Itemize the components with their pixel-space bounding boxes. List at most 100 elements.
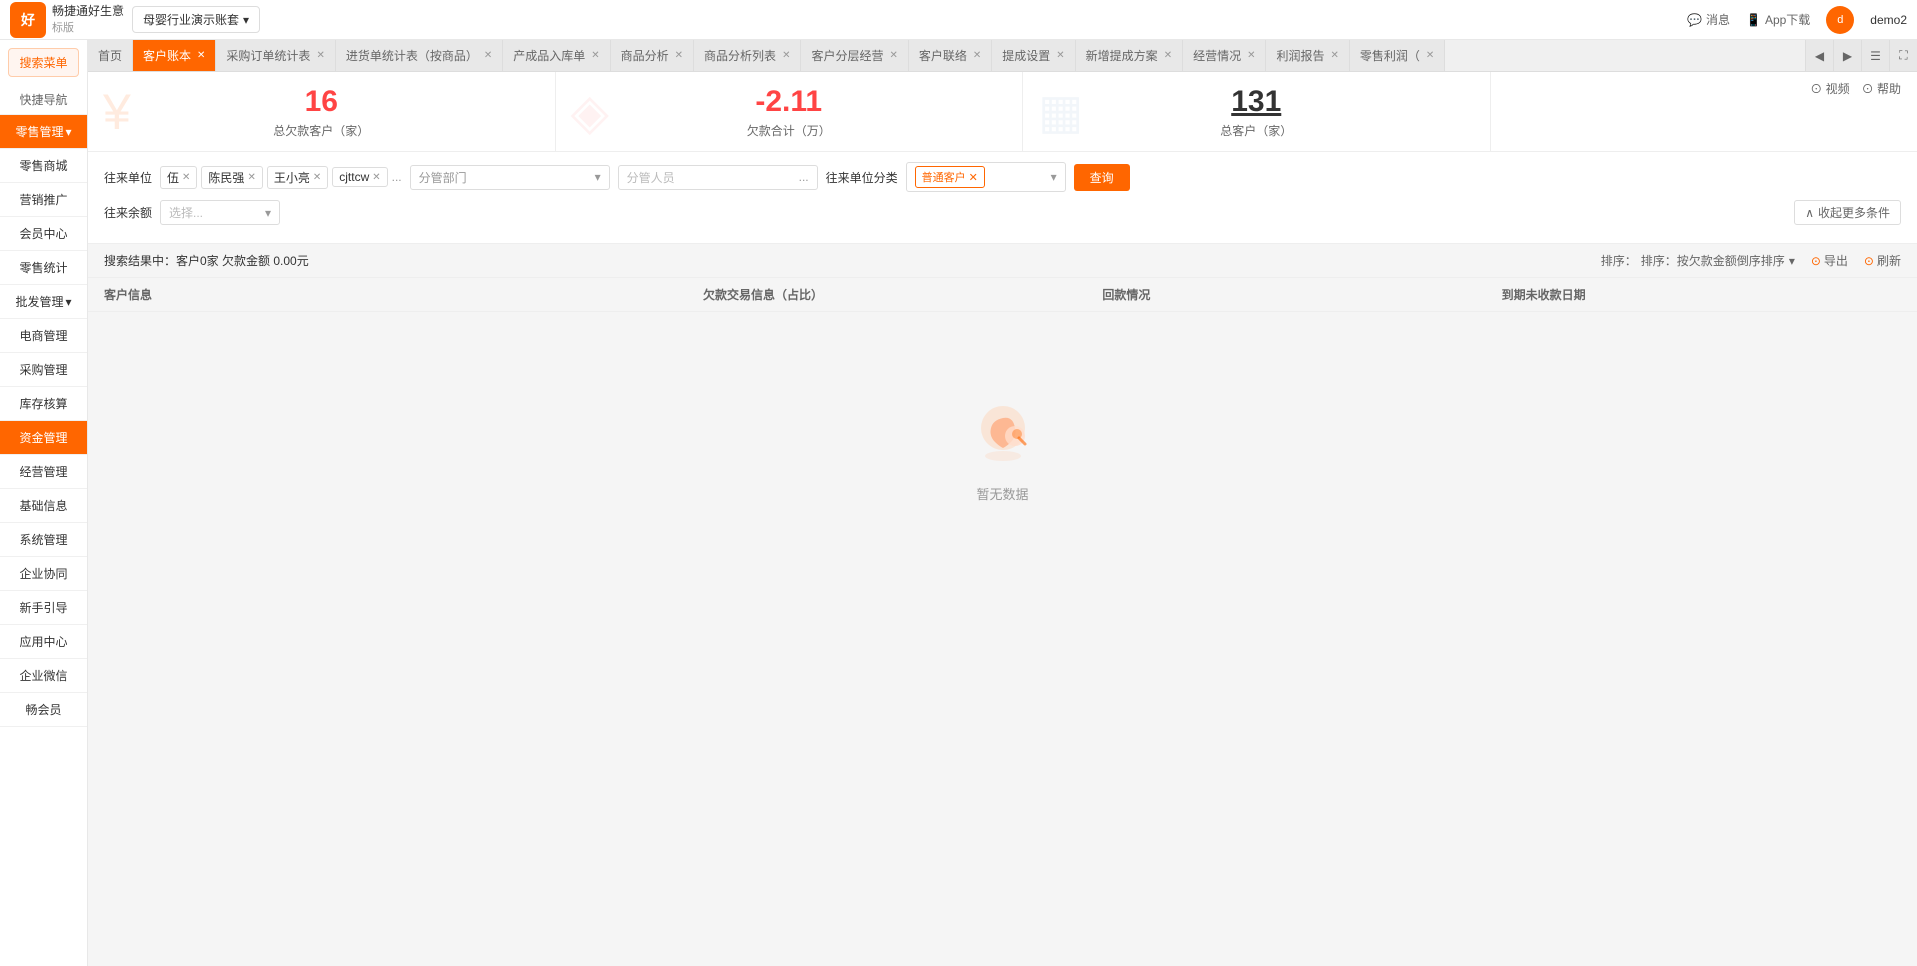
query-button[interactable]: 查询 [1074, 164, 1130, 191]
tab-close-icon[interactable]: ✕ [484, 50, 492, 61]
sidebar-item-retail-stats[interactable]: 零售统计 [0, 251, 87, 285]
stat-total-customers-all: ▦ 131 总客户（家） [1023, 72, 1491, 152]
filter-area: 往来单位 伍 ✕ 陈民强 ✕ 王小亮 ✕ [88, 152, 1917, 244]
sidebar-item-member[interactable]: 会员中心 [0, 217, 87, 251]
store-name: 母婴行业演示账套 [143, 11, 239, 28]
remove-tag-wu[interactable]: ✕ [182, 172, 190, 183]
sidebar: 搜索菜单 快捷导航 零售管理 ▾ 零售商城 营销推广 会员中心 零售统计 批发管… [0, 40, 88, 966]
filter-tag-wu: 伍 ✕ [160, 166, 197, 189]
search-menu-btn[interactable]: 搜索菜单 [8, 48, 79, 77]
result-bar: 搜索结果中：客户0家 欠款金额 0.00元 排序： 排序：按欠款金额倒序排序 ▾… [88, 244, 1917, 278]
sidebar-item-retail-mgmt[interactable]: 零售管理 ▾ [0, 115, 87, 149]
remove-category-tag[interactable]: ✕ [969, 171, 978, 184]
app-download-btn[interactable]: 📱 App下载 [1746, 11, 1810, 28]
expand-icon-wholesale: ▾ [65, 295, 71, 309]
filter-row-2: 往来余额 选择... ▾ ∧ 收起更多条件 [104, 200, 1901, 225]
tab-close-icon[interactable]: ✕ [197, 50, 205, 61]
tab-menu-btn[interactable]: ☰ [1861, 40, 1889, 72]
sidebar-item-vip[interactable]: 畅会员 [0, 693, 87, 727]
tab-profit-report[interactable]: 利润报告 ✕ [1266, 40, 1349, 72]
filter-tag-cjttcw: cjttcw ✕ [332, 167, 387, 187]
remove-tag-cjttcw[interactable]: ✕ [372, 172, 380, 183]
balance-select[interactable]: 选择... ▾ [160, 200, 280, 225]
tab-inbound-stats[interactable]: 进货单统计表（按商品） ✕ [336, 40, 503, 72]
empty-text: 暂无数据 [976, 484, 1028, 503]
refresh-btn[interactable]: ⊙ 刷新 [1864, 252, 1901, 269]
tab-product-analysis-list[interactable]: 商品分析列表 ✕ [694, 40, 801, 72]
tab-close-icon[interactable]: ✕ [782, 50, 790, 61]
stat-label-debt: 欠款合计（万） [747, 122, 831, 139]
tab-fullscreen-btn[interactable]: ⛶ [1889, 40, 1917, 72]
sidebar-item-base-info[interactable]: 基础信息 [0, 489, 87, 523]
tab-close-icon[interactable]: ✕ [316, 50, 324, 61]
store-select[interactable]: 母婴行业演示账套 ▾ [132, 6, 260, 33]
sidebar-item-newbie[interactable]: 新手引导 [0, 591, 87, 625]
tab-retail-profit[interactable]: 零售利润（ ✕ [1350, 40, 1445, 72]
remove-tag-wang[interactable]: ✕ [313, 172, 321, 183]
result-actions: 排序： 排序：按欠款金额倒序排序 ▾ ⊙ 导出 ⊙ 刷新 [1601, 252, 1901, 269]
sidebar-item-ecommerce[interactable]: 电商管理 [0, 319, 87, 353]
tab-close-icon[interactable]: ✕ [675, 50, 683, 61]
stat-bg-icon-2: ◈ [571, 83, 609, 141]
quick-nav-btn[interactable]: 快捷导航 [0, 85, 87, 115]
tab-home[interactable]: 首页 [88, 40, 133, 72]
tab-customer-layer[interactable]: 客户分层经营 ✕ [801, 40, 908, 72]
main-layout: 搜索菜单 快捷导航 零售管理 ▾ 零售商城 营销推广 会员中心 零售统计 批发管… [0, 40, 1917, 966]
tab-close-icon[interactable]: ✕ [1164, 50, 1172, 61]
tab-close-icon[interactable]: ✕ [591, 50, 599, 61]
category-select[interactable]: 普通客户 ✕ ▾ [906, 162, 1066, 192]
filter-tag-chen: 陈民强 ✕ [201, 166, 262, 189]
sidebar-item-inventory[interactable]: 库存核算 [0, 387, 87, 421]
top-bar-right: 💬 消息 📱 App下载 d demo2 [1687, 6, 1907, 34]
sort-select[interactable]: 排序： 排序：按欠款金额倒序排序 ▾ [1601, 252, 1795, 269]
message-btn[interactable]: 💬 消息 [1687, 11, 1730, 28]
tab-production-inbound[interactable]: 产成品入库单 ✕ [503, 40, 610, 72]
video-btn[interactable]: ⊙ 视频 [1810, 80, 1849, 97]
sidebar-item-wechat[interactable]: 企业微信 [0, 659, 87, 693]
help-btn[interactable]: ⊙ 帮助 [1862, 80, 1901, 97]
export-btn[interactable]: ⊙ 导出 [1811, 252, 1848, 269]
remove-tag-chen[interactable]: ✕ [247, 172, 255, 183]
category-tag: 普通客户 ✕ [915, 166, 985, 188]
tab-customer-ledger[interactable]: 客户账本 ✕ [133, 40, 216, 72]
sidebar-item-enterprise[interactable]: 企业协同 [0, 557, 87, 591]
tab-product-analysis[interactable]: 商品分析 ✕ [611, 40, 694, 72]
chevron-down-icon-balance: ▾ [265, 206, 271, 220]
tab-purchase-order-stats[interactable]: 采购订单统计表 ✕ [216, 40, 335, 72]
avatar[interactable]: d [1826, 6, 1854, 34]
sidebar-item-retail-mall[interactable]: 零售商城 [0, 149, 87, 183]
sidebar-item-app-center[interactable]: 应用中心 [0, 625, 87, 659]
empty-icon [963, 392, 1043, 472]
sidebar-item-label: 零售管理 [15, 123, 63, 140]
tab-biz-overview[interactable]: 经营情况 ✕ [1183, 40, 1266, 72]
sidebar-item-purchase[interactable]: 采购管理 [0, 353, 87, 387]
sidebar-search-area: 搜索菜单 [0, 40, 87, 85]
tab-close-icon[interactable]: ✕ [1331, 50, 1339, 61]
tab-new-commission[interactable]: 新增提成方案 ✕ [1076, 40, 1183, 72]
stat-label-total: 总客户（家） [1220, 122, 1292, 139]
tab-prev-btn[interactable]: ◀ [1805, 40, 1833, 72]
refresh-label: 刷新 [1877, 252, 1901, 269]
tab-next-btn[interactable]: ▶ [1833, 40, 1861, 72]
tab-close-icon[interactable]: ✕ [889, 50, 897, 61]
sidebar-item-operations[interactable]: 经营管理 [0, 455, 87, 489]
tab-bar-wrapper: 首页 客户账本 ✕ 采购订单统计表 ✕ 进货单统计表（按商品） ✕ 产成品入库单… [88, 40, 1917, 72]
export-icon: ⊙ [1811, 254, 1821, 268]
filter-more-tags[interactable]: ... [392, 170, 402, 184]
tab-close-icon[interactable]: ✕ [973, 50, 981, 61]
filter-label-balance: 往来余额 [104, 204, 152, 221]
table-col-customer: 客户信息 [104, 286, 703, 303]
sidebar-item-system[interactable]: 系统管理 [0, 523, 87, 557]
tab-commission-settings[interactable]: 提成设置 ✕ [992, 40, 1075, 72]
sort-value: 排序：按欠款金额倒序排序 [1641, 252, 1785, 269]
manager-select[interactable]: 分管人员 ... [618, 165, 818, 190]
sidebar-item-finance[interactable]: 资金管理 [0, 421, 87, 455]
tab-close-icon[interactable]: ✕ [1056, 50, 1064, 61]
tab-customer-contact[interactable]: 客户联络 ✕ [909, 40, 992, 72]
tab-close-icon[interactable]: ✕ [1247, 50, 1255, 61]
sidebar-item-marketing[interactable]: 营销推广 [0, 183, 87, 217]
tab-close-icon[interactable]: ✕ [1426, 50, 1434, 61]
sidebar-item-wholesale[interactable]: 批发管理 ▾ [0, 285, 87, 319]
dept-select[interactable]: 分管部门 ▾ [410, 165, 610, 190]
collapse-btn[interactable]: ∧ 收起更多条件 [1794, 200, 1901, 225]
